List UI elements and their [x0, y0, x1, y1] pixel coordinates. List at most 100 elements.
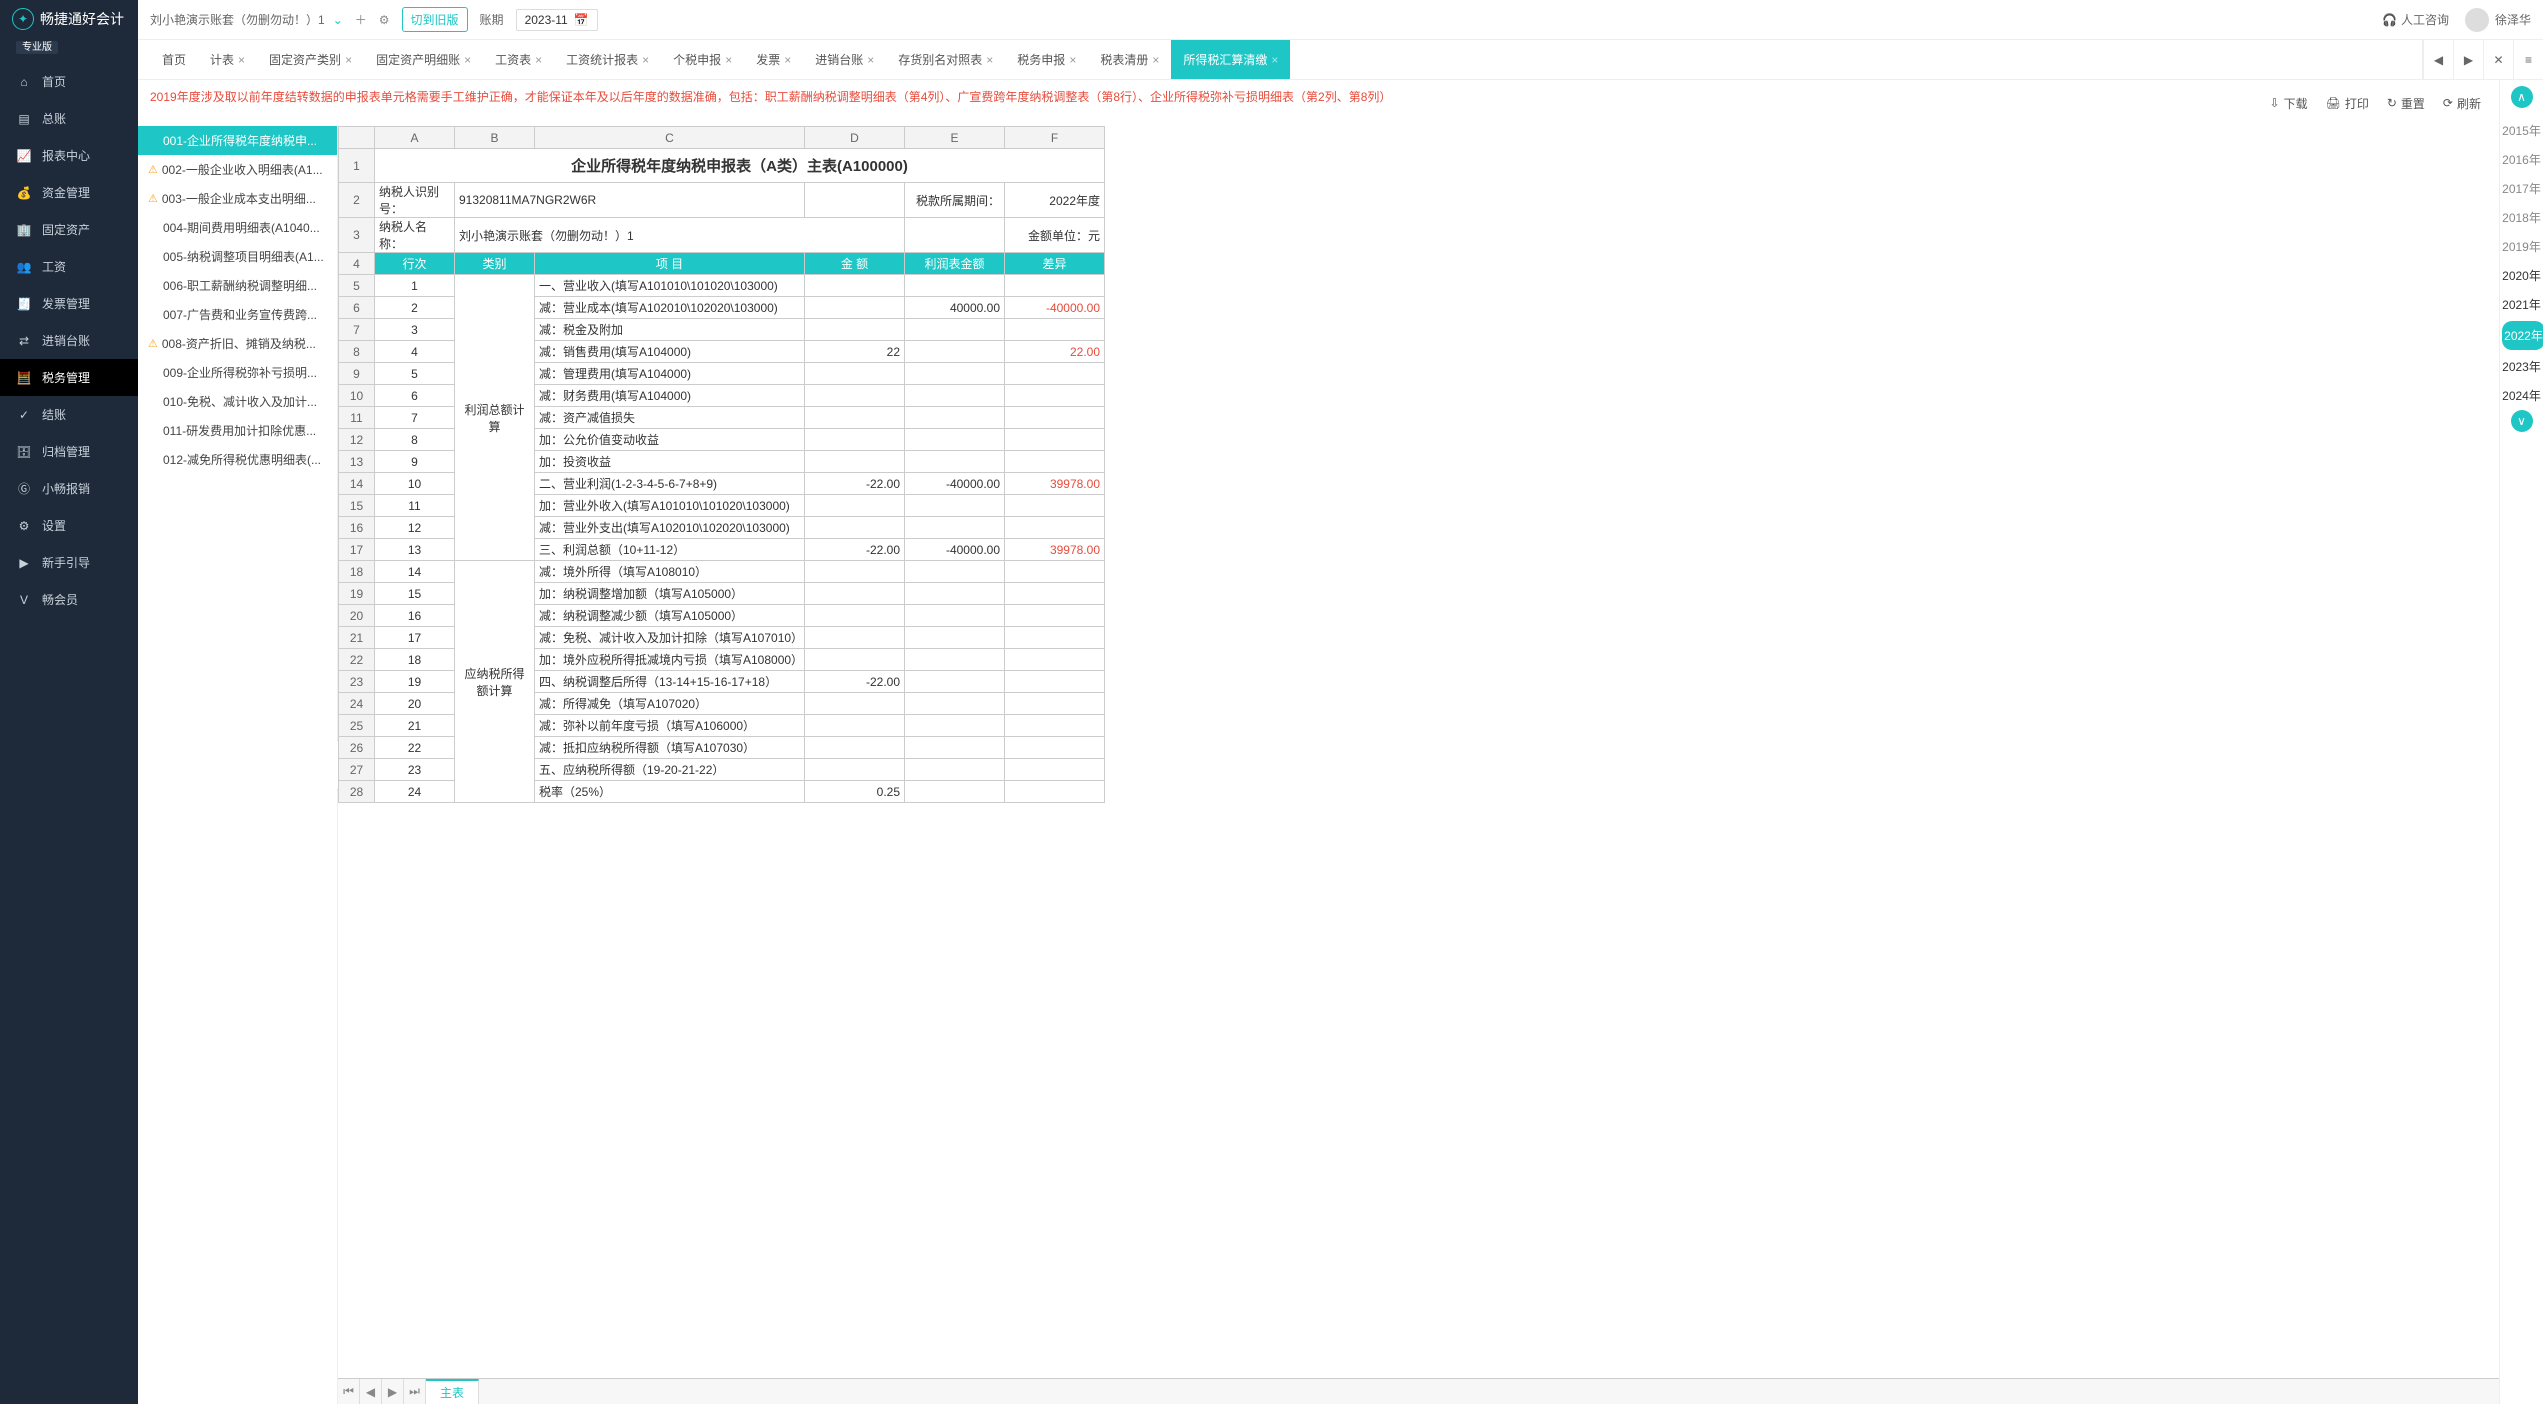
tab-11[interactable]: 税表清册× — [1088, 40, 1171, 79]
sidebar-item-home[interactable]: ⌂首页 — [0, 63, 138, 100]
row-header[interactable]: 17 — [339, 539, 375, 561]
sidebar-item-xc[interactable]: Ⓖ小畅报销 — [0, 470, 138, 507]
cell-amount[interactable] — [805, 297, 905, 319]
close-icon[interactable]: × — [642, 53, 649, 67]
cell-pl[interactable] — [905, 319, 1005, 341]
cell-diff[interactable] — [1005, 759, 1105, 781]
cell-amount[interactable] — [805, 429, 905, 451]
cell-amount[interactable] — [805, 583, 905, 605]
sidebar-item-guide[interactable]: ▶新手引导 — [0, 544, 138, 581]
cell-line[interactable]: 9 — [375, 451, 455, 473]
cell-item[interactable]: 减：资产减值损失 — [535, 407, 805, 429]
report-item[interactable]: 011-研发费用加计扣除优惠... — [138, 416, 337, 445]
cell-diff[interactable]: 39978.00 — [1005, 473, 1105, 495]
close-icon[interactable]: × — [867, 53, 874, 67]
row-header[interactable]: 28 — [339, 781, 375, 803]
cell-diff[interactable]: 39978.00 — [1005, 539, 1105, 561]
sheet-prev-icon[interactable]: ◀ — [360, 1379, 382, 1404]
period-input[interactable]: 2023-11 📅 — [516, 9, 598, 31]
cell-diff[interactable] — [1005, 715, 1105, 737]
cell-line[interactable]: 10 — [375, 473, 455, 495]
cell-amount[interactable]: 22 — [805, 341, 905, 363]
cell-amount[interactable] — [805, 319, 905, 341]
cell-item[interactable]: 减：境外所得（填写A108010） — [535, 561, 805, 583]
cell-amount[interactable]: 0.25 — [805, 781, 905, 803]
cell-diff[interactable] — [1005, 407, 1105, 429]
cell-diff[interactable] — [1005, 737, 1105, 759]
sidebar-item-vip[interactable]: V畅会员 — [0, 581, 138, 618]
row-header[interactable]: 23 — [339, 671, 375, 693]
row-header[interactable]: 7 — [339, 319, 375, 341]
cell-amount[interactable] — [805, 363, 905, 385]
cell-pl[interactable] — [905, 737, 1005, 759]
cell-diff[interactable] — [1005, 693, 1105, 715]
row-header[interactable]: 13 — [339, 451, 375, 473]
sheet-next-icon[interactable]: ▶ — [382, 1379, 404, 1404]
add-icon[interactable]: ＋ — [355, 11, 367, 28]
cell-line[interactable]: 16 — [375, 605, 455, 627]
cell-diff[interactable] — [1005, 363, 1105, 385]
cell-line[interactable]: 5 — [375, 363, 455, 385]
cell-amount[interactable] — [805, 561, 905, 583]
tab-7[interactable]: 发票× — [744, 40, 803, 79]
cell-line[interactable]: 21 — [375, 715, 455, 737]
col-header[interactable]: F — [1005, 127, 1105, 149]
cell-pl[interactable] — [905, 649, 1005, 671]
cell-line[interactable]: 12 — [375, 517, 455, 539]
row-header[interactable]: 25 — [339, 715, 375, 737]
cell-line[interactable]: 15 — [375, 583, 455, 605]
report-item[interactable]: 005-纳税调整项目明细表(A1... — [138, 242, 337, 271]
cell-amount[interactable] — [805, 605, 905, 627]
close-icon[interactable]: × — [535, 53, 542, 67]
row-header[interactable]: 16 — [339, 517, 375, 539]
cell-item[interactable]: 减：免税、减计收入及加计扣除（填写A107010） — [535, 627, 805, 649]
row-header[interactable]: 11 — [339, 407, 375, 429]
cell-amount[interactable]: -22.00 — [805, 671, 905, 693]
close-icon[interactable]: × — [725, 53, 732, 67]
cell-item[interactable]: 减：所得减免（填写A107020） — [535, 693, 805, 715]
cell-diff[interactable] — [1005, 671, 1105, 693]
download-button[interactable]: ⇩下载 — [2270, 95, 2308, 112]
tab-12[interactable]: 所得税汇算清缴× — [1171, 40, 1290, 79]
cell-item[interactable]: 加：营业外收入(填写A101010\101020\103000) — [535, 495, 805, 517]
col-header[interactable]: C — [535, 127, 805, 149]
report-item[interactable]: 009-企业所得税弥补亏损明... — [138, 358, 337, 387]
cell-line[interactable]: 7 — [375, 407, 455, 429]
cell-amount[interactable] — [805, 407, 905, 429]
year-item[interactable]: 2021年 — [2500, 290, 2543, 319]
report-item[interactable]: 007-广告费和业务宣传费跨... — [138, 300, 337, 329]
cell-pl[interactable] — [905, 561, 1005, 583]
cell-item[interactable]: 减：营业成本(填写A102010\102020\103000) — [535, 297, 805, 319]
tab-3[interactable]: 固定资产明细账× — [364, 40, 483, 79]
account-selector[interactable]: 刘小艳演示账套（勿删勿动！）1 ⌄ — [150, 11, 343, 28]
sidebar-item-payroll[interactable]: 👥工资 — [0, 248, 138, 285]
user-menu[interactable]: 徐泽华 — [2465, 8, 2531, 32]
row-header[interactable]: 22 — [339, 649, 375, 671]
cell-pl[interactable] — [905, 693, 1005, 715]
cell-diff[interactable] — [1005, 517, 1105, 539]
year-item[interactable]: 2015年 — [2500, 116, 2543, 145]
cell-item[interactable]: 五、应纳税所得额（19-20-21-22） — [535, 759, 805, 781]
cell-item[interactable]: 减：销售费用(填写A104000) — [535, 341, 805, 363]
row-header[interactable]: 8 — [339, 341, 375, 363]
cell-pl[interactable]: 40000.00 — [905, 297, 1005, 319]
cell-pl[interactable] — [905, 605, 1005, 627]
sidebar-item-gear[interactable]: ⚙设置 — [0, 507, 138, 544]
switch-old-button[interactable]: 切到旧版 — [402, 7, 468, 32]
cell-item[interactable]: 三、利润总额（10+11-12） — [535, 539, 805, 561]
cell-amount[interactable] — [805, 495, 905, 517]
cell-item[interactable]: 税率（25%） — [535, 781, 805, 803]
col-header[interactable]: E — [905, 127, 1005, 149]
cell-item[interactable]: 减：抵扣应纳税所得额（填写A107030） — [535, 737, 805, 759]
cell-pl[interactable] — [905, 517, 1005, 539]
cell-pl[interactable] — [905, 429, 1005, 451]
sidebar-item-close[interactable]: ✓结账 — [0, 396, 138, 433]
row-header[interactable]: 10 — [339, 385, 375, 407]
cell-item[interactable]: 减：弥补以前年度亏损（填写A106000） — [535, 715, 805, 737]
cell-diff[interactable] — [1005, 385, 1105, 407]
year-item[interactable]: 2024年 — [2500, 381, 2543, 410]
cell-amount[interactable] — [805, 649, 905, 671]
row-header[interactable]: 24 — [339, 693, 375, 715]
cell-diff[interactable] — [1005, 495, 1105, 517]
sidebar-item-fund[interactable]: 💰资金管理 — [0, 174, 138, 211]
